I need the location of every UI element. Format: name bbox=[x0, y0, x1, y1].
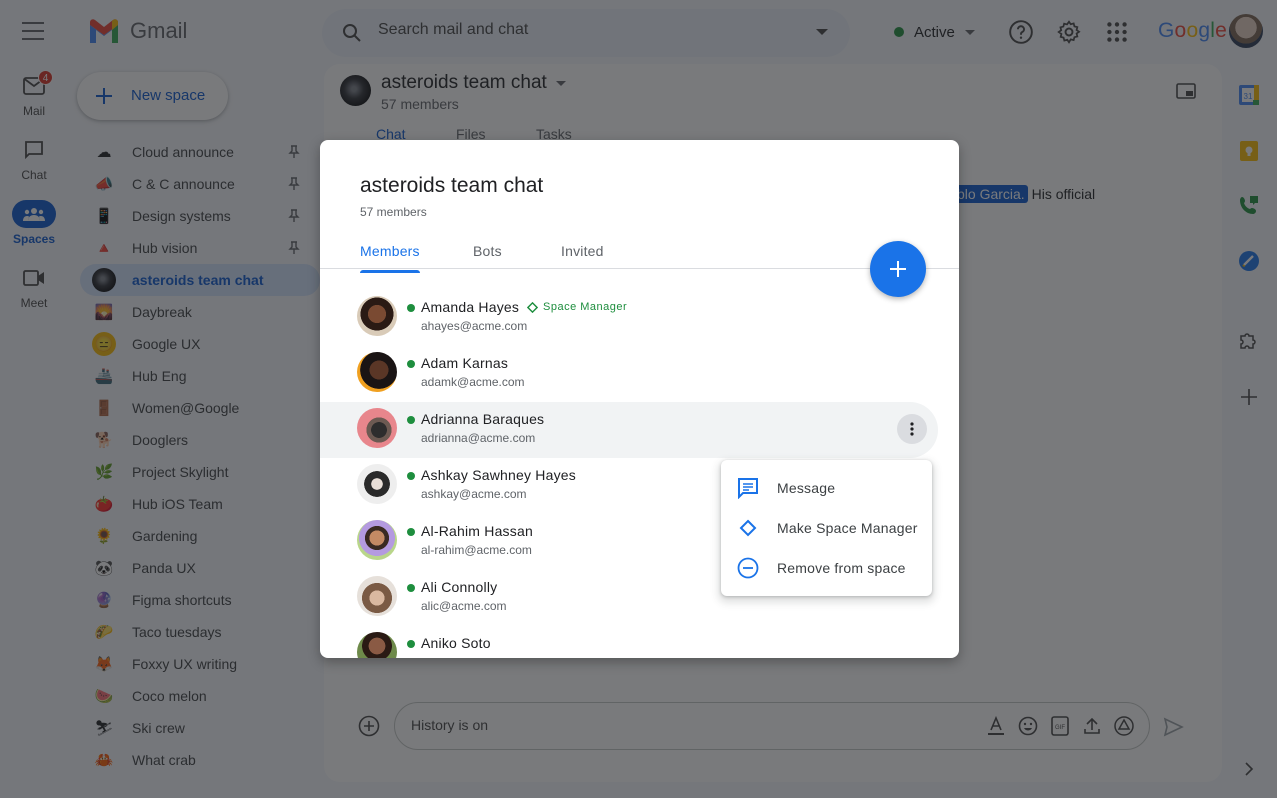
member-name: Amanda Hayes bbox=[421, 299, 520, 315]
member-row[interactable]: Adrianna Baraques adrianna@acme.com bbox=[320, 402, 938, 458]
online-status-dot-icon bbox=[407, 584, 415, 592]
member-avatar bbox=[357, 352, 397, 392]
online-status-dot-icon bbox=[407, 416, 415, 424]
member-email: adamk@acme.com bbox=[421, 375, 525, 389]
remove-circle-icon bbox=[737, 557, 759, 579]
diamond-icon bbox=[739, 519, 757, 537]
member-name: Al-Rahim Hassan bbox=[421, 523, 533, 539]
role-badge: Space Manager bbox=[527, 301, 627, 313]
tab-invited[interactable]: Invited bbox=[561, 243, 604, 259]
menu-label: Remove from space bbox=[777, 560, 906, 576]
member-actions-menu: Message Make Space Manager Remove from s… bbox=[721, 460, 932, 596]
add-member-button[interactable] bbox=[870, 241, 926, 297]
member-email: ashkay@acme.com bbox=[421, 487, 527, 501]
member-avatar bbox=[357, 520, 397, 560]
online-status-dot-icon bbox=[407, 304, 415, 312]
menu-label: Make Space Manager bbox=[777, 520, 918, 536]
online-status-dot-icon bbox=[407, 528, 415, 536]
menu-item-message[interactable]: Message bbox=[721, 468, 932, 508]
online-status-dot-icon bbox=[407, 360, 415, 368]
member-avatar bbox=[357, 408, 397, 448]
member-email: al-rahim@acme.com bbox=[421, 543, 532, 557]
more-vert-icon bbox=[910, 422, 914, 436]
member-name: Adam Karnas bbox=[421, 355, 509, 371]
member-email: ahayes@acme.com bbox=[421, 319, 528, 333]
message-icon bbox=[738, 478, 758, 499]
diamond-icon bbox=[527, 301, 538, 313]
online-status-dot-icon bbox=[407, 640, 415, 648]
online-status-dot-icon bbox=[407, 472, 415, 480]
member-name: Ali Connolly bbox=[421, 579, 498, 595]
dialog-member-count: 57 members bbox=[360, 205, 427, 219]
member-name: Adrianna Baraques bbox=[421, 411, 545, 427]
member-avatar bbox=[357, 632, 397, 658]
member-avatar bbox=[357, 464, 397, 504]
member-avatar bbox=[357, 296, 397, 336]
role-label: Space Manager bbox=[543, 301, 628, 313]
member-email: adrianna@acme.com bbox=[421, 431, 536, 445]
member-avatar bbox=[357, 576, 397, 616]
member-name: Ashkay Sawhney Hayes bbox=[421, 467, 576, 483]
tab-bots[interactable]: Bots bbox=[473, 243, 502, 259]
member-name: Aniko Soto bbox=[421, 635, 491, 651]
menu-item-remove-from-space[interactable]: Remove from space bbox=[721, 548, 932, 588]
more-options-button[interactable] bbox=[897, 414, 927, 444]
member-row[interactable]: Amanda Hayes ahayes@acme.com Space Manager bbox=[320, 290, 959, 346]
member-row[interactable]: Adam Karnas adamk@acme.com bbox=[320, 346, 959, 402]
member-row[interactable]: Aniko Soto bbox=[320, 626, 959, 658]
menu-label: Message bbox=[777, 480, 836, 496]
dialog-tabs: Members Bots Invited bbox=[320, 236, 959, 273]
member-email: alic@acme.com bbox=[421, 599, 507, 613]
dialog-title: asteroids team chat bbox=[360, 174, 544, 197]
tab-members[interactable]: Members bbox=[360, 243, 420, 273]
menu-item-make-space-manager[interactable]: Make Space Manager bbox=[721, 508, 932, 548]
